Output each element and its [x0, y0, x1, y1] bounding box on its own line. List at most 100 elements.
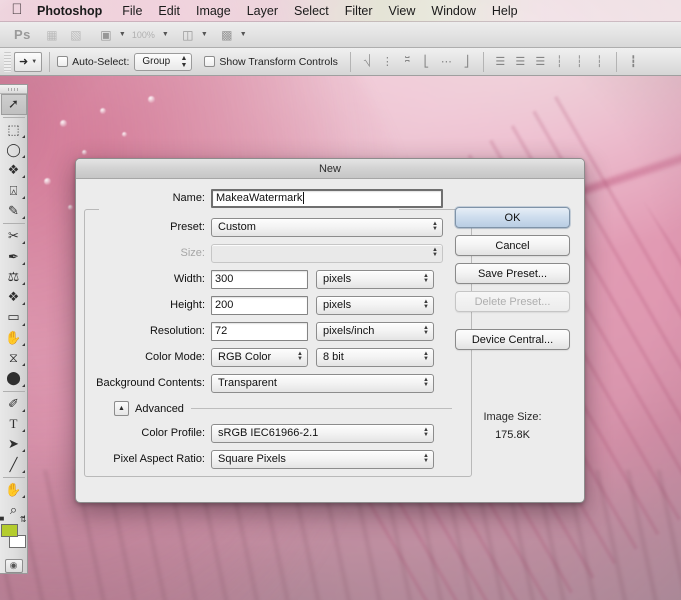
tool-dodge[interactable]: ⧖ [1, 348, 27, 368]
align-vertical-centers-icon[interactable]: ⋮ [378, 52, 397, 72]
distribute-right-edges-icon[interactable]: ┆ [590, 52, 609, 72]
camera-icon[interactable]: ◉ [4, 558, 23, 573]
bit-depth-select[interactable]: 8 bit ▲ ▼ [316, 347, 434, 367]
menu-item-filter[interactable]: Filter [337, 0, 381, 22]
chevron-down-icon: ▼ [31, 58, 38, 65]
stepper-icon: ▲ ▼ [423, 427, 429, 438]
zoom-level-label[interactable]: 100% [128, 30, 159, 40]
color-mode-select[interactable]: RGB Color ▲ ▼ [211, 347, 308, 367]
zoom-chevron-down-icon[interactable]: ▼ [162, 31, 169, 38]
screen-mode-chevron-down-icon[interactable]: ▼ [240, 31, 247, 38]
marquee-tool-icon: ⬚ [7, 121, 20, 137]
align-left-edges-icon[interactable]: ⎣ [417, 52, 436, 72]
mini-bridge-icon[interactable]: ▧ [65, 26, 87, 44]
foreground-color-swatch[interactable] [0, 524, 18, 538]
arrange-documents-icon[interactable]: ◫ [177, 26, 199, 44]
distribute-horizontal-centers-icon[interactable]: ┆ [570, 52, 589, 72]
pixel-aspect-ratio-select[interactable]: Square Pixels ▲ ▼ [211, 449, 434, 469]
auto-select-scope-select[interactable]: Group ▲ ▼ [134, 52, 193, 71]
distribute-left-edges-icon[interactable]: ┆ [550, 52, 569, 72]
pen-tool-icon: ✐ [8, 395, 19, 411]
tool-crop[interactable]: ⍓ [1, 180, 27, 200]
background-contents-label: Background Contents: [96, 377, 205, 389]
options-bar-grip[interactable] [4, 51, 11, 72]
width-unit-value: pixels [323, 273, 352, 285]
screen-mode-icon[interactable]: ▩ [216, 26, 238, 44]
stepper-icon: ▲ ▼ [423, 351, 429, 362]
menu-item-photoshop[interactable]: Photoshop [37, 0, 114, 22]
menu-bar:  Photoshop File Edit Image Layer Select… [0, 0, 681, 22]
auto-align-layers-icon[interactable]: ┇ [624, 52, 643, 72]
menu-item-edit[interactable]: Edit [150, 0, 188, 22]
resolution-input[interactable]: 72 [211, 321, 308, 341]
tool-eyedropper[interactable]: ✎ [1, 201, 27, 221]
resolution-unit-select[interactable]: pixels/inch ▲ ▼ [316, 321, 434, 341]
color-mode-row: Color Mode: RGB Color ▲ ▼ 8 bit ▲ ▼ [86, 346, 456, 368]
tool-path-selection[interactable]: ➤ [1, 434, 27, 454]
bridge-icon[interactable]: ▦ [41, 26, 63, 44]
swap-colors-icon[interactable]: ⇅ [20, 515, 27, 524]
menu-item-image[interactable]: Image [188, 0, 239, 22]
dodge-tool-icon: ⧖ [8, 350, 19, 366]
current-tool-preset-button[interactable]: ➜ ▼ [14, 51, 43, 72]
type-tool-icon: T [9, 415, 18, 431]
align-top-edges-icon[interactable]: ⎷ [358, 52, 377, 72]
cancel-button[interactable]: Cancel [455, 235, 570, 256]
background-contents-select[interactable]: Transparent ▲ ▼ [211, 373, 434, 393]
tool-brush[interactable]: ✒ [1, 246, 27, 266]
tool-lasso[interactable]: ◯ [1, 140, 27, 160]
tool-pen[interactable]: ✐ [1, 393, 27, 413]
tool-palette-titlebar[interactable] [0, 85, 27, 95]
distribute-bottom-edges-icon[interactable]: ☰ [531, 52, 550, 72]
save-preset-button[interactable]: Save Preset... [455, 263, 570, 284]
tool-palette: ➚ ⬚ ◯ ❖ ⍓ ✎ ✂ ✒ ⚖ ❖ ▭ ✋ ⧖ ⬤ ✐ T ➤ ╱ ✋ ⌕ … [0, 84, 28, 574]
align-right-edges-icon[interactable]: ⎦ [457, 52, 476, 72]
color-profile-select[interactable]: sRGB IEC61966-2.1 ▲ ▼ [211, 423, 434, 443]
align-bottom-edges-icon[interactable]: ⎶ [398, 52, 417, 72]
tool-healing-brush[interactable]: ✂ [1, 226, 27, 246]
tool-move[interactable]: ➚ [0, 94, 27, 115]
distribute-vertical-centers-icon[interactable]: ☰ [511, 52, 530, 72]
preset-select[interactable]: Custom ▲ ▼ [211, 217, 443, 237]
height-unit-select[interactable]: pixels ▲ ▼ [316, 295, 434, 315]
tool-hand[interactable]: ✋ [1, 480, 27, 500]
menu-item-window[interactable]: Window [423, 0, 483, 22]
apple-logo-icon[interactable]:  [10, 2, 24, 18]
tool-marquee[interactable]: ⬚ [1, 120, 27, 140]
color-profile-row: Color Profile: sRGB IEC61966-2.1 ▲ ▼ [86, 422, 456, 444]
ok-button[interactable]: OK [455, 207, 570, 228]
quick-selection-tool-icon: ❖ [7, 162, 20, 178]
tool-eraser[interactable]: ▭ [1, 307, 27, 327]
menu-item-layer[interactable]: Layer [239, 0, 286, 22]
stepper-icon: ▲ ▼ [423, 453, 429, 464]
height-input[interactable]: 200 [211, 295, 308, 315]
menu-item-help[interactable]: Help [484, 0, 526, 22]
width-unit-select[interactable]: pixels ▲ ▼ [316, 269, 434, 289]
arrange-chevron-down-icon[interactable]: ▼ [201, 31, 208, 38]
tool-sponge[interactable]: ⬤ [1, 368, 27, 388]
default-colors-icon[interactable]: ■ [0, 514, 7, 523]
menu-item-select[interactable]: Select [286, 0, 337, 22]
clone-stamp-tool-icon: ⚖ [7, 268, 20, 284]
tool-type[interactable]: T [1, 414, 27, 434]
name-input[interactable]: MakeaWatermark [211, 188, 443, 208]
distribute-top-edges-icon[interactable]: ☰ [491, 52, 510, 72]
menu-item-file[interactable]: File [114, 0, 150, 22]
auto-select-checkbox[interactable] [57, 56, 69, 67]
menu-item-view[interactable]: View [381, 0, 424, 22]
chevron-down-icon[interactable]: ▼ [119, 31, 126, 38]
tool-history-brush[interactable]: ❖ [1, 287, 27, 307]
color-profile-label: Color Profile: [141, 427, 205, 439]
tool-quick-selection[interactable]: ❖ [1, 160, 27, 180]
tool-clone-stamp[interactable]: ⚖ [1, 267, 27, 287]
device-central-button[interactable]: Device Central... [455, 329, 570, 350]
show-transform-controls-checkbox[interactable] [204, 56, 216, 67]
dialog-titlebar[interactable]: New [76, 159, 584, 179]
align-horizontal-centers-icon[interactable]: ⋯ [437, 52, 456, 72]
view-extras-icon[interactable]: ▣ [95, 26, 117, 44]
history-brush-tool-icon: ❖ [7, 289, 20, 305]
advanced-disclosure-triangle-icon[interactable]: ▲ [114, 401, 129, 416]
tool-line-shape[interactable]: ╱ [1, 454, 27, 474]
tool-blur[interactable]: ✋ [1, 328, 27, 348]
width-input[interactable]: 300 [211, 269, 308, 289]
